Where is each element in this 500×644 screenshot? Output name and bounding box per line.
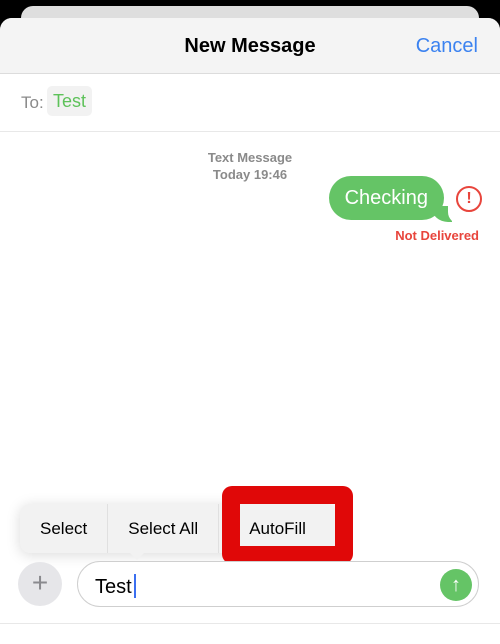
message-input-value: Test: [95, 576, 132, 598]
send-arrow-icon[interactable]: ↑: [440, 569, 472, 601]
message-input[interactable]: Test ↑: [77, 561, 479, 607]
plus-icon[interactable]: +: [18, 562, 62, 606]
to-label: To:: [21, 93, 44, 112]
service-label: Text Message: [207, 150, 293, 165]
menu-pointer: [128, 551, 146, 560]
divider: [0, 623, 500, 624]
delivery-status: Not Delivered: [395, 228, 479, 243]
nav-header: New Message Cancel: [0, 18, 500, 74]
message-bubble[interactable]: Checking: [328, 176, 444, 220]
to-field[interactable]: To: Test: [0, 74, 500, 132]
menu-item-select-all[interactable]: Select All: [108, 504, 220, 553]
autofill-highlight-box: [222, 486, 353, 564]
exclamation-circle-icon[interactable]: !: [456, 186, 482, 212]
menu-item-select[interactable]: Select: [20, 504, 109, 553]
recipient-chip[interactable]: Test: [47, 86, 93, 116]
text-caret: [133, 574, 136, 598]
cancel-button[interactable]: Cancel: [416, 35, 478, 58]
